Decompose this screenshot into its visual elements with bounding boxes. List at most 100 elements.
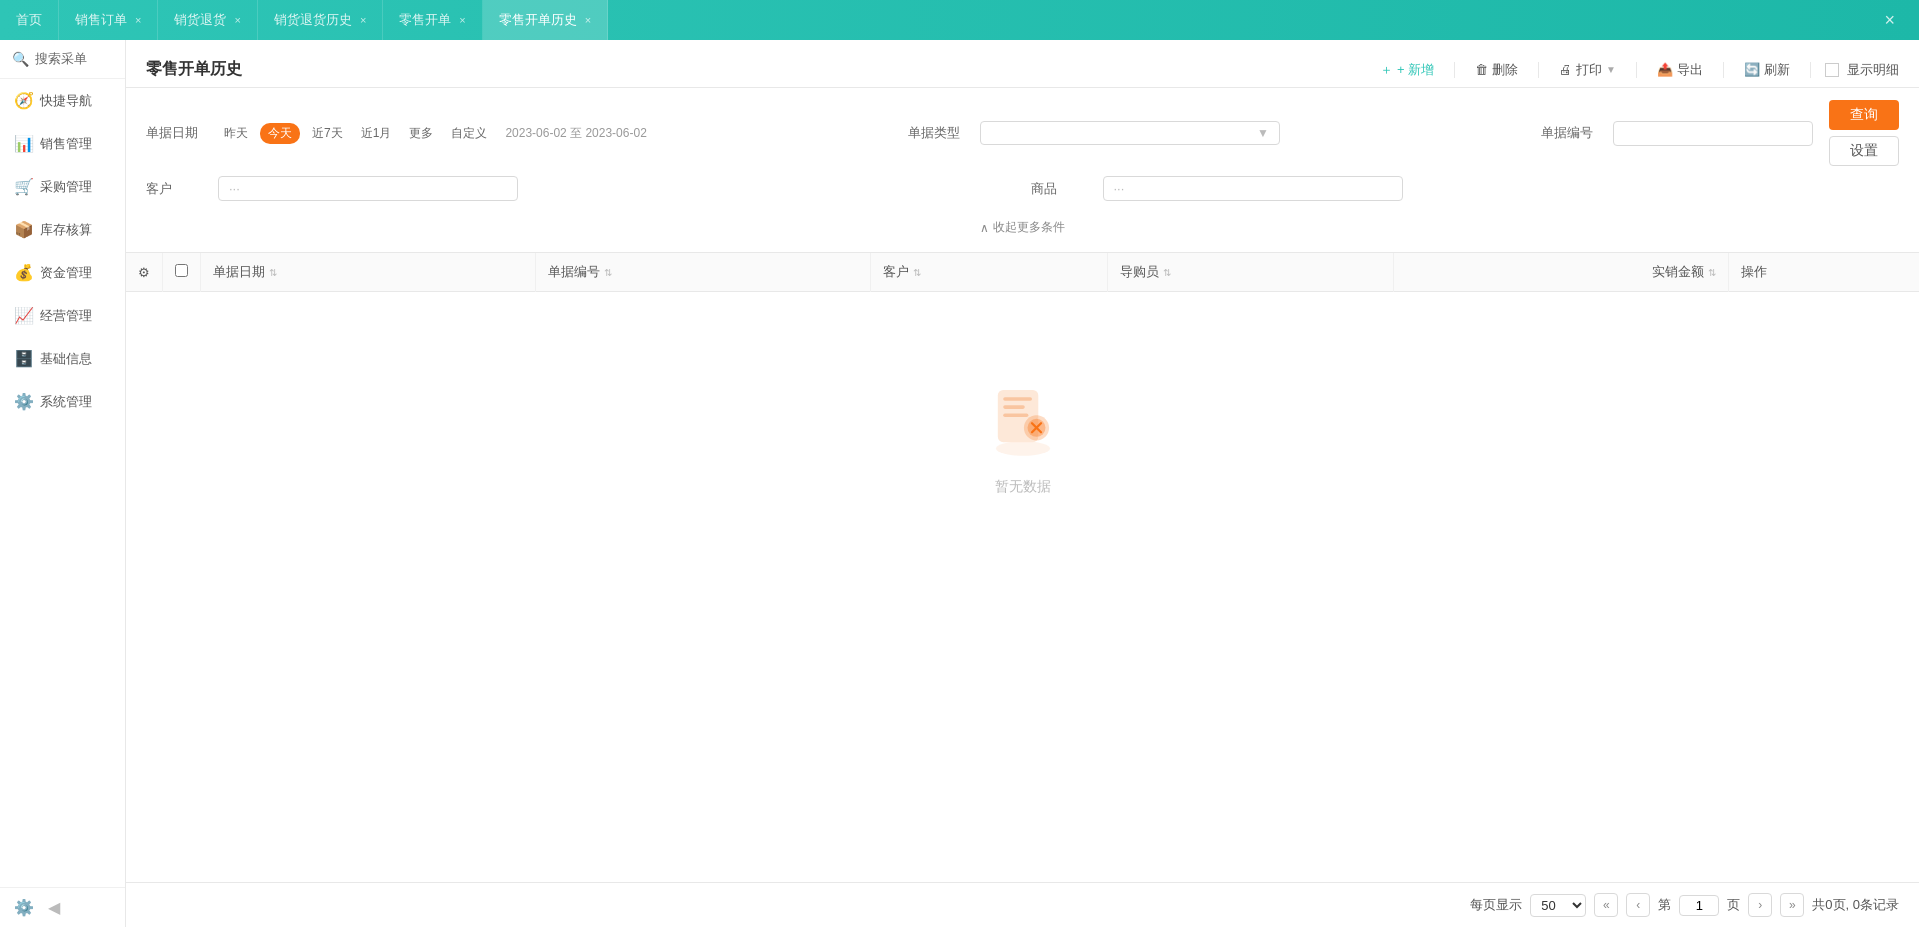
delete-label: 删除 <box>1492 61 1518 79</box>
close-tab-retail-order[interactable]: × <box>459 14 465 26</box>
window-close-icon[interactable]: × <box>1876 10 1903 31</box>
sidebar: 🔍 搜索采单 🧭 快捷导航 📊 销售管理 🛒 采购管理 📦 库存核算 💰 <box>0 40 126 927</box>
close-tab-sales-order[interactable]: × <box>135 14 141 26</box>
per-page-label: 每页显示 <box>1470 896 1522 914</box>
current-page-input[interactable]: 1 <box>1679 895 1719 916</box>
tab-sales-return[interactable]: 销货退货 × <box>158 0 257 40</box>
th-num: 单据编号 ⇅ <box>536 253 871 292</box>
th-guide-label: 导购员 <box>1120 263 1159 281</box>
th-num-sort-icon[interactable]: ⇅ <box>604 267 612 278</box>
type-filter-select[interactable]: ▼ <box>980 121 1280 145</box>
tab-retail-order[interactable]: 零售开单 × <box>383 0 482 40</box>
search-icon: 🔍 <box>12 51 29 67</box>
close-tab-sales-return[interactable]: × <box>234 14 240 26</box>
sidebar-item-finance[interactable]: 💰 资金管理 <box>0 251 125 294</box>
sidebar-item-system[interactable]: ⚙️ 系统管理 <box>0 380 125 423</box>
total-info: 共0页, 0条记录 <box>1812 896 1899 914</box>
sidebar-bottom: ⚙️ ◀ <box>0 887 125 927</box>
main-layout: 🔍 搜索采单 🧭 快捷导航 📊 销售管理 🛒 采购管理 📦 库存核算 💰 <box>0 40 1919 927</box>
goods-ellipsis: ··· <box>1114 181 1125 196</box>
svg-rect-2 <box>1003 397 1032 401</box>
th-action: 操作 <box>1729 253 1919 292</box>
show-detail-checkbox[interactable] <box>1825 63 1839 77</box>
tab-home[interactable]: 首页 <box>0 0 59 40</box>
svg-rect-3 <box>1003 405 1025 409</box>
sidebar-search[interactable]: 🔍 搜索采单 <box>0 40 125 79</box>
data-table: ⚙ 单据日期 ⇅ 单据编号 <box>126 253 1919 536</box>
first-page-btn[interactable]: « <box>1594 893 1618 917</box>
add-icon: ＋ <box>1380 61 1393 79</box>
settings-bottom-icon[interactable]: ⚙️ <box>14 898 34 917</box>
th-amount: 实销金额 ⇅ <box>1394 253 1729 292</box>
tab-home-label: 首页 <box>16 11 42 29</box>
tab-retail-order-label: 零售开单 <box>399 11 451 29</box>
th-amount-sort-icon[interactable]: ⇅ <box>1708 267 1716 278</box>
sidebar-item-inventory-label: 库存核算 <box>40 221 92 239</box>
delete-button[interactable]: 🗑 删除 <box>1469 57 1524 83</box>
set-button[interactable]: 设置 <box>1829 136 1899 166</box>
sidebar-item-inventory[interactable]: 📦 库存核算 <box>0 208 125 251</box>
prev-page-btn[interactable]: ‹ <box>1626 893 1650 917</box>
num-filter-input[interactable] <box>1613 121 1813 146</box>
show-detail-button[interactable]: 显示明细 <box>1825 61 1899 79</box>
tab-retail-history[interactable]: 零售开单历史 × <box>483 0 608 40</box>
table-select-all-checkbox[interactable] <box>175 264 188 277</box>
date-btn-custom[interactable]: 自定义 <box>445 123 493 144</box>
sidebar-search-label: 搜索采单 <box>35 50 87 68</box>
next-page-btn[interactable]: › <box>1748 893 1772 917</box>
tab-retail-history-label: 零售开单历史 <box>499 11 577 29</box>
refresh-label: 刷新 <box>1764 61 1790 79</box>
tab-sales-return-history[interactable]: 销货退货历史 × <box>258 0 383 40</box>
th-amount-label: 实销金额 <box>1652 263 1704 281</box>
sidebar-item-finance-label: 资金管理 <box>40 264 92 282</box>
refresh-button[interactable]: 🔄 刷新 <box>1738 57 1796 83</box>
date-btn-yesterday[interactable]: 昨天 <box>218 123 254 144</box>
svg-point-0 <box>996 441 1050 455</box>
close-tab-retail-history[interactable]: × <box>585 14 591 26</box>
th-customer-sort-icon[interactable]: ⇅ <box>913 267 921 278</box>
purchase-icon: 🛒 <box>14 177 32 196</box>
sidebar-item-basic-label: 基础信息 <box>40 350 92 368</box>
add-label: + 新增 <box>1397 61 1434 79</box>
date-range-display: 2023-06-02 至 2023-06-02 <box>505 125 646 142</box>
table-header-row: ⚙ 单据日期 ⇅ 单据编号 <box>126 253 1919 292</box>
customer-filter-select[interactable]: ··· <box>218 176 518 201</box>
table-container: ⚙ 单据日期 ⇅ 单据编号 <box>126 253 1919 882</box>
print-dropdown-icon: ▼ <box>1606 64 1616 75</box>
page-word-post: 页 <box>1727 896 1740 914</box>
sidebar-item-shortcut[interactable]: 🧭 快捷导航 <box>0 79 125 122</box>
table-checkbox-header <box>163 253 201 292</box>
per-page-select[interactable]: 50 20 100 <box>1530 894 1586 917</box>
goods-filter-select[interactable]: ··· <box>1103 176 1403 201</box>
date-btn-7days[interactable]: 近7天 <box>306 123 349 144</box>
sidebar-nav: 🧭 快捷导航 📊 销售管理 🛒 采购管理 📦 库存核算 💰 资金管理 📈 <box>0 79 125 887</box>
export-icon: 📤 <box>1657 62 1673 77</box>
divider-4 <box>1723 62 1724 78</box>
export-button[interactable]: 📤 导出 <box>1651 57 1709 83</box>
sidebar-item-basic[interactable]: 🗄️ 基础信息 <box>0 337 125 380</box>
delete-icon: 🗑 <box>1475 62 1488 77</box>
collapse-sidebar-icon[interactable]: ◀ <box>48 898 60 917</box>
collapse-button[interactable]: ∧ 收起更多条件 <box>146 215 1899 240</box>
management-icon: 📈 <box>14 306 32 325</box>
sidebar-item-management[interactable]: 📈 经营管理 <box>0 294 125 337</box>
date-btn-today[interactable]: 今天 <box>260 123 300 144</box>
date-btn-more[interactable]: 更多 <box>403 123 439 144</box>
th-date: 单据日期 ⇅ <box>201 253 536 292</box>
close-tab-sales-return-history[interactable]: × <box>360 14 366 26</box>
table-settings-icon[interactable]: ⚙ <box>138 265 150 280</box>
date-filter-btns: 昨天 今天 近7天 近1月 更多 自定义 2023-06-02 至 2023-0… <box>218 123 647 144</box>
tab-sales-order[interactable]: 销售订单 × <box>59 0 158 40</box>
shortcut-icon: 🧭 <box>14 91 32 110</box>
query-button[interactable]: 查询 <box>1829 100 1899 130</box>
sidebar-item-purchase[interactable]: 🛒 采购管理 <box>0 165 125 208</box>
filter-row-2: 客户 ··· 商品 ··· <box>146 176 1899 201</box>
date-btn-1month[interactable]: 近1月 <box>355 123 398 144</box>
sidebar-item-sales[interactable]: 📊 销售管理 <box>0 122 125 165</box>
last-page-btn[interactable]: » <box>1780 893 1804 917</box>
th-date-sort-icon[interactable]: ⇅ <box>269 267 277 278</box>
export-label: 导出 <box>1677 61 1703 79</box>
print-button[interactable]: 🖨 打印 ▼ <box>1553 57 1622 83</box>
add-button[interactable]: ＋ + 新增 <box>1374 57 1440 83</box>
th-guide-sort-icon[interactable]: ⇅ <box>1163 267 1171 278</box>
